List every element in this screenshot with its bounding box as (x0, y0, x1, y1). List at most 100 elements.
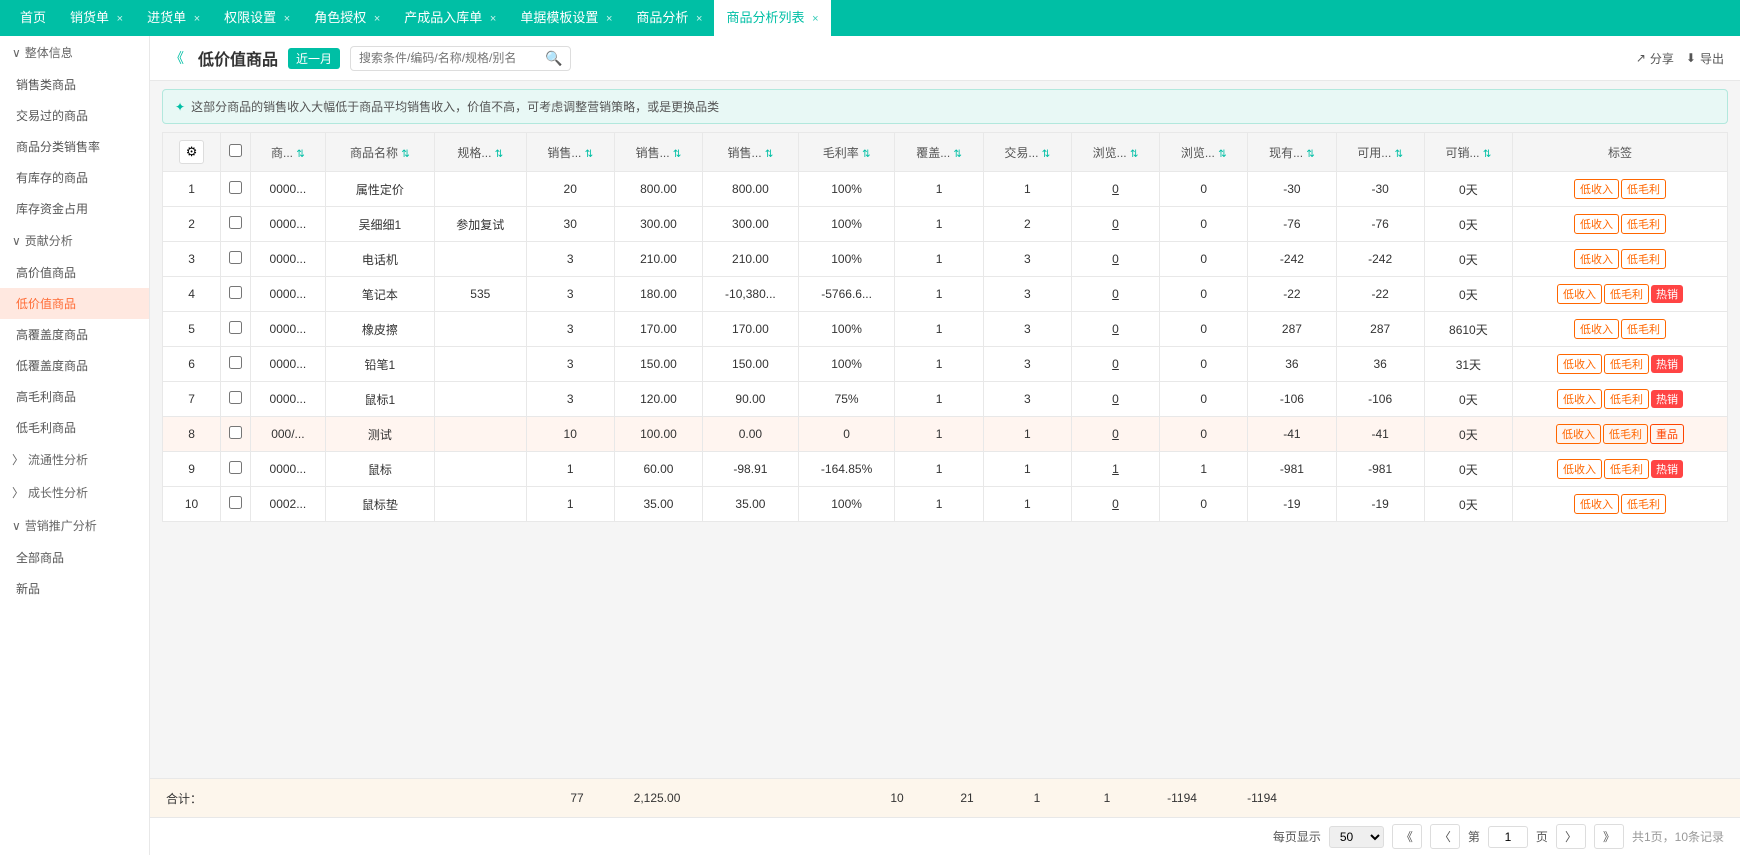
browse1-header[interactable]: 浏览... ⇅ (1071, 133, 1159, 172)
row-checkbox[interactable] (229, 461, 242, 474)
next-page-button[interactable]: 〉 (1556, 824, 1586, 849)
sidebar-group-growth[interactable]: 〉 成长性分析 (0, 476, 149, 509)
nav-permissions[interactable]: 权限设置 × (212, 0, 302, 36)
sidebar-collapse-button[interactable]: 《 (166, 44, 188, 72)
sort-icon[interactable]: ⇅ (401, 149, 409, 160)
saleable-header[interactable]: 可销... ⇅ (1424, 133, 1512, 172)
name-header[interactable]: 商品名称 ⇅ (325, 133, 434, 172)
time-badge[interactable]: 近一月 (288, 48, 340, 69)
close-icon[interactable]: × (117, 13, 123, 25)
row-checkbox[interactable] (229, 496, 242, 509)
sort-icon[interactable]: ⇅ (1306, 149, 1314, 160)
sidebar-item-high-gross[interactable]: 高毛利商品 (0, 381, 149, 412)
browse1-link[interactable]: 0 (1112, 392, 1119, 406)
sort-icon[interactable]: ⇅ (1483, 149, 1491, 160)
row-num: 9 (163, 452, 221, 487)
browse1-link[interactable]: 0 (1112, 252, 1119, 266)
sidebar-group-marketing[interactable]: ∨ 营销推广分析 (0, 509, 149, 542)
current-stock-header[interactable]: 现有... ⇅ (1248, 133, 1336, 172)
close-icon[interactable]: × (696, 13, 702, 25)
browse1-link[interactable]: 0 (1112, 497, 1119, 511)
sidebar-item-low-coverage[interactable]: 低覆盖度商品 (0, 350, 149, 381)
sort-icon[interactable]: ⇅ (765, 149, 773, 160)
export-button[interactable]: ⬇ 导出 (1686, 50, 1724, 67)
page-size-select[interactable]: 50 100 200 (1329, 826, 1384, 848)
search-icon[interactable]: 🔍 (545, 50, 562, 67)
browse1-link[interactable]: 0 (1112, 287, 1119, 301)
sort-icon[interactable]: ⇅ (585, 149, 593, 160)
sidebar-item-low-gross[interactable]: 低毛利商品 (0, 412, 149, 443)
row-checkbox[interactable] (229, 286, 242, 299)
row-checkbox[interactable] (229, 216, 242, 229)
prev-page-button[interactable]: 〈 (1430, 824, 1460, 849)
close-icon[interactable]: × (490, 13, 496, 25)
sort-icon[interactable]: ⇅ (1130, 149, 1138, 160)
sort-icon[interactable]: ⇅ (495, 149, 503, 160)
sort-icon[interactable]: ⇅ (1395, 149, 1403, 160)
nav-products[interactable]: 产成品入库单 × (392, 0, 508, 36)
nav-product-analysis-list[interactable]: 商品分析列表 × (714, 0, 830, 36)
browse1-link[interactable]: 0 (1112, 427, 1119, 441)
sort-icon[interactable]: ⇅ (1218, 149, 1226, 160)
page-number-input[interactable] (1488, 826, 1528, 848)
search-input[interactable] (359, 51, 539, 65)
spec-header[interactable]: 规格... ⇅ (434, 133, 526, 172)
close-icon[interactable]: × (194, 13, 200, 25)
settings-header[interactable]: ⚙ (163, 133, 221, 172)
sort-icon[interactable]: ⇅ (1042, 149, 1050, 160)
row-checkbox[interactable] (229, 391, 242, 404)
sort-icon[interactable]: ⇅ (673, 149, 681, 160)
sidebar-item-high-coverage[interactable]: 高覆盖度商品 (0, 319, 149, 350)
sidebar-item-high-value[interactable]: 高价值商品 (0, 257, 149, 288)
row-checkbox[interactable] (229, 356, 242, 369)
row-checkbox[interactable] (229, 251, 242, 264)
sidebar-item-traded-products[interactable]: 交易过的商品 (0, 100, 149, 131)
row-checkbox[interactable] (229, 426, 242, 439)
coverage-header[interactable]: 覆盖... ⇅ (895, 133, 983, 172)
sidebar-item-low-value[interactable]: 低价值商品 (0, 288, 149, 319)
sidebar-group-overall[interactable]: ∨ 整体信息 (0, 36, 149, 69)
available-header[interactable]: 可用... ⇅ (1336, 133, 1424, 172)
sidebar-item-sales-products[interactable]: 销售类商品 (0, 69, 149, 100)
sales-amount-header[interactable]: 销售... ⇅ (614, 133, 702, 172)
row-checkbox[interactable] (229, 321, 242, 334)
sort-icon[interactable]: ⇅ (296, 149, 304, 160)
sales-qty-header[interactable]: 销售... ⇅ (526, 133, 614, 172)
browse1-link[interactable]: 0 (1112, 357, 1119, 371)
sidebar-item-all-products[interactable]: 全部商品 (0, 542, 149, 573)
close-icon[interactable]: × (284, 13, 290, 25)
close-icon[interactable]: × (812, 13, 818, 25)
row-checkbox[interactable] (229, 181, 242, 194)
nav-templates[interactable]: 单据模板设置 × (508, 0, 624, 36)
browse1-link[interactable]: 0 (1112, 322, 1119, 336)
browse1-link[interactable]: 1 (1112, 462, 1119, 476)
sidebar-item-new-products[interactable]: 新品 (0, 573, 149, 604)
sort-icon[interactable]: ⇅ (862, 149, 870, 160)
sort-icon[interactable]: ⇅ (954, 149, 962, 160)
browse2-header[interactable]: 浏览... ⇅ (1160, 133, 1248, 172)
share-button[interactable]: ↗ 分享 (1636, 50, 1674, 67)
sales-avg-header[interactable]: 销售... ⇅ (703, 133, 799, 172)
nav-product-analysis[interactable]: 商品分析 × (624, 0, 714, 36)
nav-purchase[interactable]: 进货单 × (135, 0, 212, 36)
browse1-link[interactable]: 0 (1112, 182, 1119, 196)
first-page-button[interactable]: 《 (1392, 824, 1422, 849)
summary-current-stock: -1194 (1142, 787, 1222, 809)
sidebar-group-flow[interactable]: 〉 流通性分析 (0, 443, 149, 476)
nav-home[interactable]: 首页 (8, 0, 58, 36)
sidebar-group-contribution[interactable]: ∨ 贡献分析 (0, 224, 149, 257)
browse1-link[interactable]: 0 (1112, 217, 1119, 231)
code-header[interactable]: 商... ⇅ (251, 133, 326, 172)
sidebar-item-category-sales-rate[interactable]: 商品分类销售率 (0, 131, 149, 162)
nav-sales[interactable]: 销货单 × (58, 0, 135, 36)
sidebar-item-stocked-products[interactable]: 有库存的商品 (0, 162, 149, 193)
gross-rate-header[interactable]: 毛利率 ⇅ (798, 133, 895, 172)
gear-button[interactable]: ⚙ (179, 140, 205, 164)
last-page-button[interactable]: 》 (1594, 824, 1624, 849)
close-icon[interactable]: × (374, 13, 380, 25)
trade-header[interactable]: 交易... ⇅ (983, 133, 1071, 172)
nav-roles[interactable]: 角色授权 × (302, 0, 392, 36)
sidebar-item-inventory-fund[interactable]: 库存资金占用 (0, 193, 149, 224)
select-all-checkbox[interactable] (229, 144, 242, 157)
close-icon[interactable]: × (606, 13, 612, 25)
